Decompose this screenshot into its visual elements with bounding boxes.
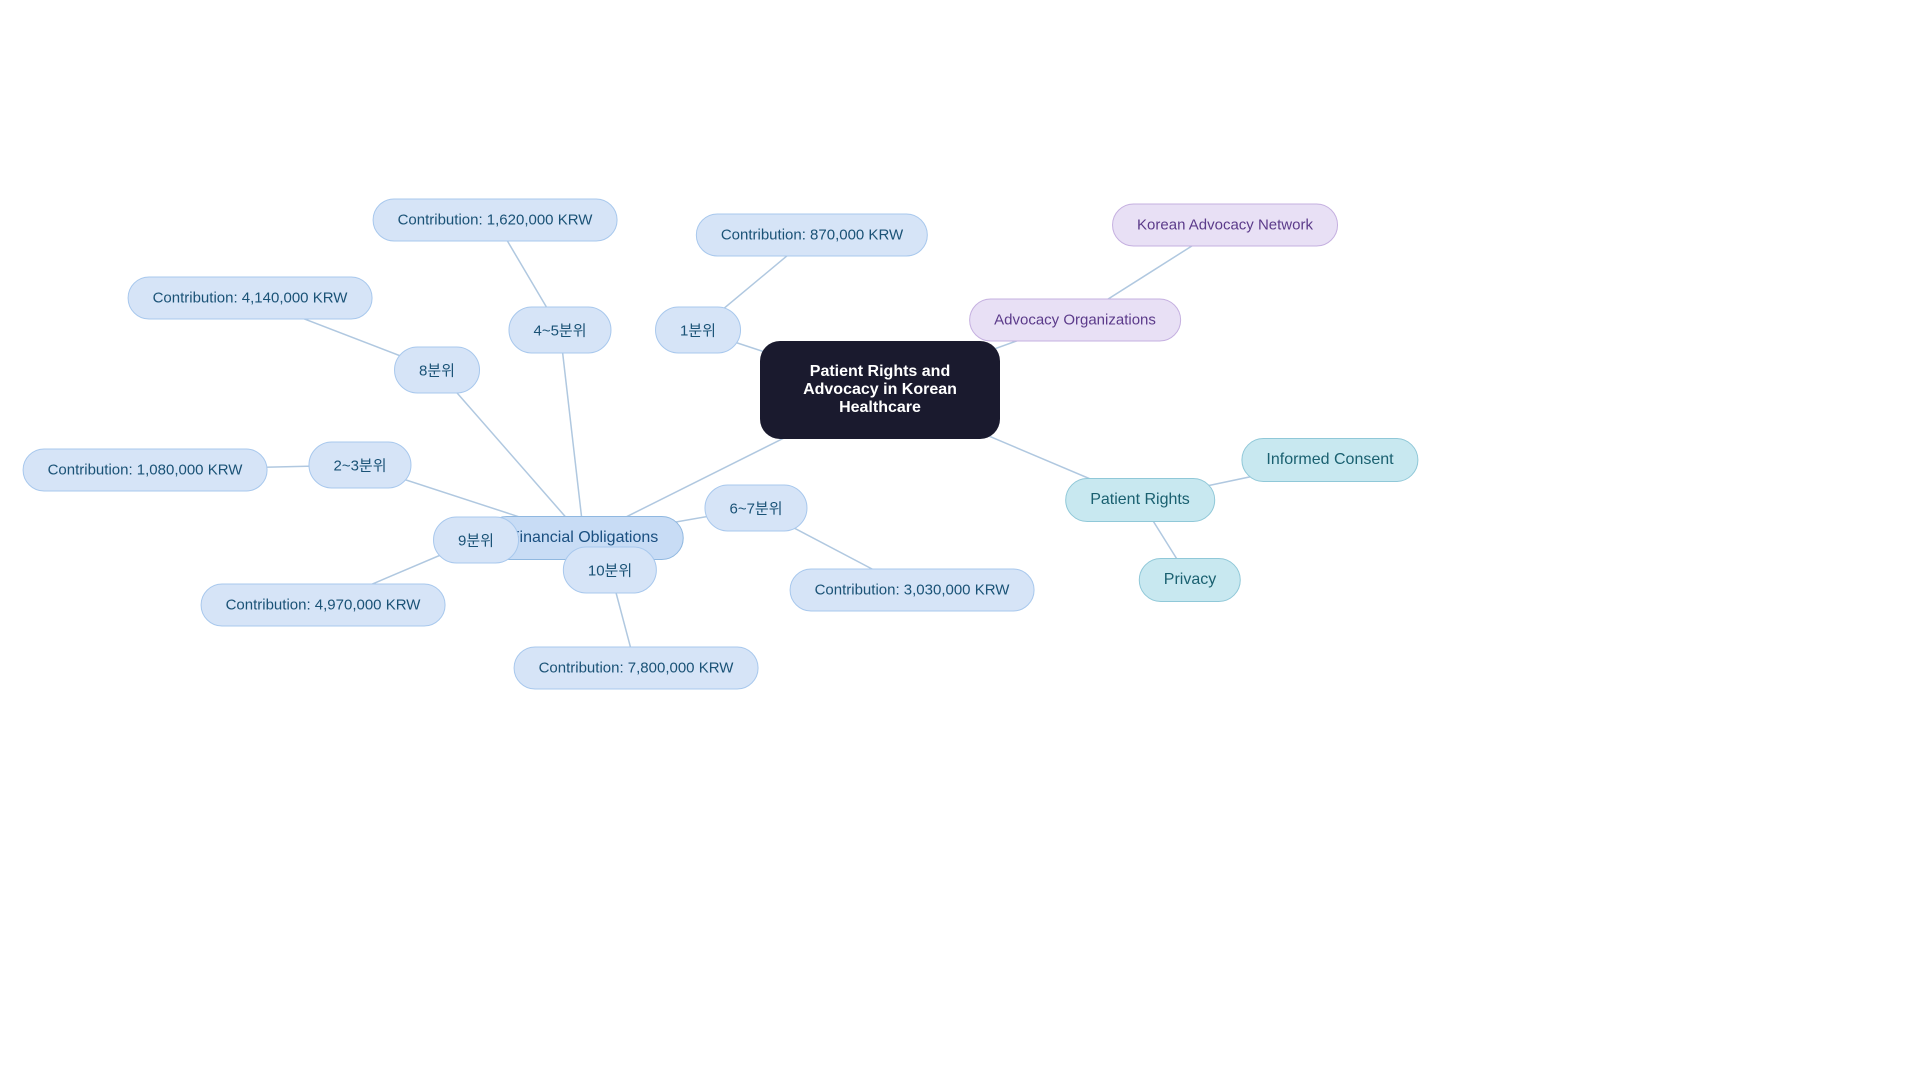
connection-lines — [0, 0, 1920, 1083]
node-contrib3030: Contribution: 3,030,000 KRW — [790, 569, 1035, 612]
node-korean-advocacy: Korean Advocacy Network — [1112, 204, 1338, 247]
node-contrib1620: Contribution: 1,620,000 KRW — [373, 199, 618, 242]
node-rank1: 1분위 — [655, 307, 741, 354]
node-advocacy-orgs: Advocacy Organizations — [969, 299, 1181, 342]
node-contrib870: Contribution: 870,000 KRW — [696, 214, 928, 257]
node-contrib1080: Contribution: 1,080,000 KRW — [23, 449, 268, 492]
node-contrib7800: Contribution: 7,800,000 KRW — [514, 647, 759, 690]
node-rank45: 4~5분위 — [508, 307, 611, 354]
node-rank10: 10분위 — [563, 547, 657, 594]
node-rank67: 6~7분위 — [704, 485, 807, 532]
mindmap-canvas: Patient Rights and Advocacy in Korean He… — [0, 0, 1920, 1083]
node-rank23: 2~3분위 — [308, 442, 411, 489]
node-privacy: Privacy — [1139, 558, 1241, 602]
node-contrib4140: Contribution: 4,140,000 KRW — [128, 277, 373, 320]
node-rank9: 9분위 — [433, 517, 519, 564]
node-rank8: 8분위 — [394, 347, 480, 394]
node-patient-rights: Patient Rights — [1065, 478, 1215, 522]
center-node: Patient Rights and Advocacy in Korean He… — [760, 341, 1000, 439]
node-informed-consent: Informed Consent — [1241, 438, 1418, 482]
node-contrib4970: Contribution: 4,970,000 KRW — [201, 584, 446, 627]
